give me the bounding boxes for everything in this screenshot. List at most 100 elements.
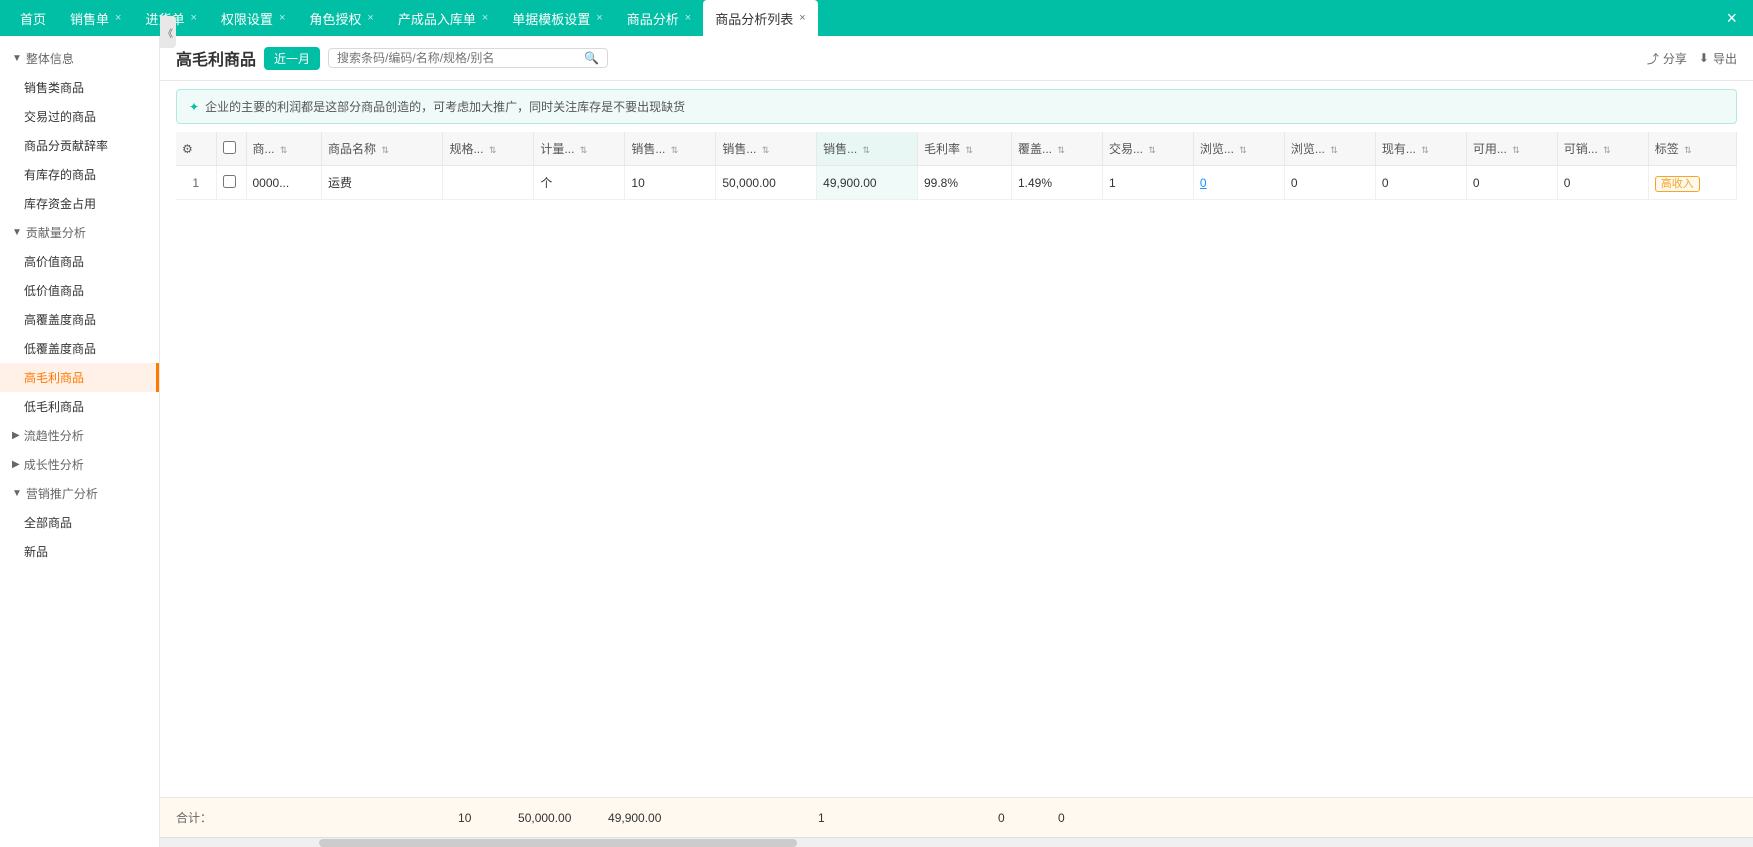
sidebar-group-growth[interactable]: ▶ 成长性分析 xyxy=(0,450,159,479)
nav-template-settings[interactable]: 单据模板设置 × xyxy=(500,0,614,36)
horizontal-scrollbar[interactable] xyxy=(160,837,1753,847)
footer-spacer4 xyxy=(692,811,752,825)
footer-trade: 1 xyxy=(812,811,872,825)
sidebar-item-inventory-capital[interactable]: 库存资金占用 xyxy=(0,189,159,218)
row-stock-available: 0 xyxy=(1466,166,1557,200)
nav-product-analysis[interactable]: 商品分析 × xyxy=(615,0,703,36)
sidebar-group-trend[interactable]: ▶ 流趋性分析 xyxy=(0,421,159,450)
table-container[interactable]: ⚙ 商... ⇅ 商品名称 ⇅ xyxy=(160,132,1753,797)
nav-finished-goods[interactable]: 产成品入库单 × xyxy=(386,0,500,36)
col-views2[interactable]: 浏览... ⇅ xyxy=(1284,132,1375,166)
close-sales-tab[interactable]: × xyxy=(115,12,121,24)
col-spec[interactable]: 规格... ⇅ xyxy=(443,132,534,166)
row-sales-qty: 10 xyxy=(625,166,716,200)
share-button[interactable]: ⤴ 分享 xyxy=(1647,50,1687,67)
col-sales-amount[interactable]: 销售... ⇅ xyxy=(716,132,817,166)
sidebar-item-in-stock[interactable]: 有库存的商品 xyxy=(0,160,159,189)
search-icon[interactable]: 🔍 xyxy=(584,51,599,65)
footer-spacer2 xyxy=(332,811,392,825)
scrollbar-thumb[interactable] xyxy=(319,839,797,847)
content-area: 高毛利商品 近一月 🔍 ⤴ 分享 ⬇ 导出 ✦ 企业的主要的利润都是这部分商品创… xyxy=(160,36,1753,847)
nav-roles[interactable]: 角色授权 × xyxy=(297,0,385,36)
share-icon: ⤴ xyxy=(1647,50,1659,67)
info-banner: ✦ 企业的主要的利润都是这部分商品创造的，可考虑加大推广，同时关注库存是不要出现… xyxy=(176,89,1737,124)
row-unit: 个 xyxy=(534,166,625,200)
nav-sales[interactable]: 销售单 × xyxy=(58,0,133,36)
sidebar-item-low-coverage[interactable]: 低覆盖度商品 xyxy=(0,334,159,363)
sidebar-group-contribution[interactable]: ▼ 贡献量分析 xyxy=(0,218,159,247)
export-button[interactable]: ⬇ 导出 xyxy=(1699,50,1737,67)
col-code[interactable]: 商... ⇅ xyxy=(246,132,321,166)
close-product-analysis-list-tab[interactable]: × xyxy=(799,12,805,24)
footer-spacer5 xyxy=(752,811,812,825)
row-stock-current: 0 xyxy=(1375,166,1466,200)
page-title: 高毛利商品 xyxy=(176,46,256,70)
row-tag: 高收入 xyxy=(1648,166,1736,200)
sidebar-group-overall[interactable]: ▼ 整体信息 xyxy=(0,44,159,73)
col-tag[interactable]: 标签 ⇅ xyxy=(1648,132,1736,166)
row-checkbox[interactable] xyxy=(216,166,246,200)
close-roles-tab[interactable]: × xyxy=(367,12,373,24)
col-settings[interactable]: ⚙ xyxy=(176,132,216,166)
col-stock-saleable[interactable]: 可销... ⇅ xyxy=(1557,132,1648,166)
col-trade[interactable]: 交易... ⇅ xyxy=(1102,132,1193,166)
footer-cells: 10 50,000.00 49,900.00 1 0 0 xyxy=(212,811,1737,825)
col-views1[interactable]: 浏览... ⇅ xyxy=(1193,132,1284,166)
footer-sales-profit: 49,900.00 xyxy=(602,811,692,825)
col-sales-qty[interactable]: 销售... ⇅ xyxy=(625,132,716,166)
data-table: ⚙ 商... ⇅ 商品名称 ⇅ xyxy=(176,132,1737,200)
sort-icon: ⇅ xyxy=(863,145,871,155)
sidebar-item-low-margin[interactable]: 低毛利商品 xyxy=(0,392,159,421)
nav-right: × xyxy=(1718,8,1745,29)
row-coverage: 1.49% xyxy=(1011,166,1102,200)
sidebar-item-high-coverage[interactable]: 高覆盖度商品 xyxy=(0,305,159,334)
nav-home[interactable]: 首页 xyxy=(8,0,58,36)
header-actions: ⤴ 分享 ⬇ 导出 xyxy=(1647,50,1737,67)
col-stock-current[interactable]: 现有... ⇅ xyxy=(1375,132,1466,166)
sidebar-item-high-margin[interactable]: 高毛利商品 xyxy=(0,363,159,392)
sidebar-item-contribution-rate[interactable]: 商品分贡献辞率 xyxy=(0,131,159,160)
sidebar-item-sales-goods[interactable]: 销售类商品 xyxy=(0,73,159,102)
sort-icon: ⇅ xyxy=(1148,145,1156,155)
filter-recent-month-button[interactable]: 近一月 xyxy=(264,47,320,70)
select-all-checkbox[interactable] xyxy=(223,141,236,154)
nav-permissions[interactable]: 权限设置 × xyxy=(209,0,297,36)
close-purchase-tab[interactable]: × xyxy=(190,12,196,24)
sidebar: ▼ 整体信息 销售类商品 交易过的商品 商品分贡献辞率 有库存的商品 库存资金占… xyxy=(0,36,160,847)
main-layout: ▼ 整体信息 销售类商品 交易过的商品 商品分贡献辞率 有库存的商品 库存资金占… xyxy=(0,36,1753,847)
sort-icon: ⇅ xyxy=(671,145,679,155)
col-coverage[interactable]: 覆盖... ⇅ xyxy=(1011,132,1102,166)
row-select-checkbox[interactable] xyxy=(223,175,236,188)
col-unit[interactable]: 计量... ⇅ xyxy=(534,132,625,166)
footer-spacer6 xyxy=(872,811,932,825)
close-finished-goods-tab[interactable]: × xyxy=(482,12,488,24)
col-stock-available[interactable]: 可用... ⇅ xyxy=(1466,132,1557,166)
col-gross-margin[interactable]: 毛利率 ⇅ xyxy=(917,132,1011,166)
sort-icon: ⇅ xyxy=(1239,145,1247,155)
table-header-row: ⚙ 商... ⇅ 商品名称 ⇅ xyxy=(176,132,1737,166)
info-icon: ✦ xyxy=(189,100,199,114)
row-views1[interactable]: 0 xyxy=(1193,166,1284,200)
col-name[interactable]: 商品名称 ⇅ xyxy=(321,132,442,166)
search-box[interactable]: 🔍 xyxy=(328,48,608,68)
close-template-settings-tab[interactable]: × xyxy=(596,12,602,24)
sidebar-collapse-button[interactable]: 《 xyxy=(160,16,176,48)
sidebar-item-low-value[interactable]: 低价值商品 xyxy=(0,276,159,305)
arrow-icon: ▼ xyxy=(12,227,22,238)
export-icon: ⬇ xyxy=(1699,51,1709,65)
sidebar-item-traded-goods[interactable]: 交易过的商品 xyxy=(0,102,159,131)
footer-sales-qty: 10 xyxy=(452,811,512,825)
window-close-button[interactable]: × xyxy=(1718,8,1745,28)
close-permissions-tab[interactable]: × xyxy=(279,12,285,24)
arrow-icon: ▶ xyxy=(12,430,20,441)
close-product-analysis-tab[interactable]: × xyxy=(685,12,691,24)
search-input[interactable] xyxy=(337,51,584,65)
sidebar-item-high-value[interactable]: 高价值商品 xyxy=(0,247,159,276)
sidebar-item-all-goods[interactable]: 全部商品 xyxy=(0,508,159,537)
col-sales-profit[interactable]: 销售... ⇅ xyxy=(817,132,918,166)
sidebar-group-marketing[interactable]: ▼ 营销推广分析 xyxy=(0,479,159,508)
sidebar-item-new-goods[interactable]: 新品 xyxy=(0,537,159,566)
nav-product-analysis-list[interactable]: 商品分析列表 × xyxy=(703,0,817,36)
sort-icon: ⇅ xyxy=(1057,145,1065,155)
sort-icon: ⇅ xyxy=(280,145,288,155)
